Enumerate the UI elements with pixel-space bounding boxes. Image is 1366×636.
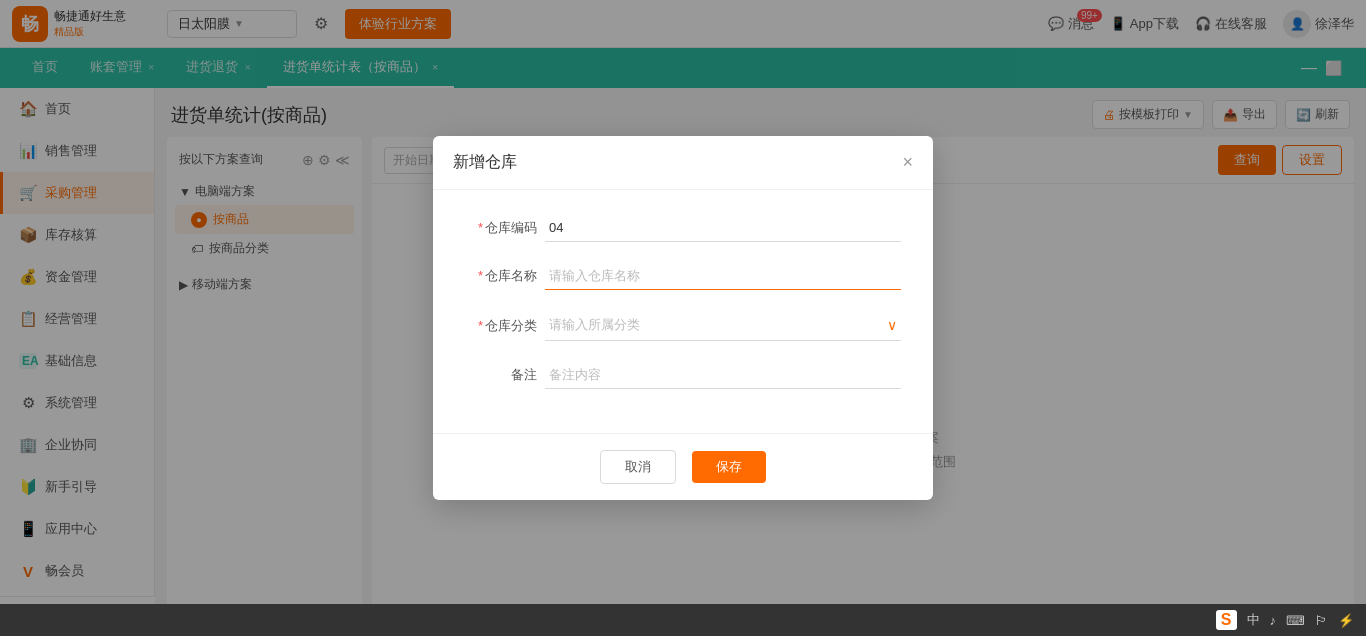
remark-input[interactable]: [545, 361, 901, 389]
modal-header: 新增仓库 ×: [433, 136, 933, 190]
bottom-keyboard-icon[interactable]: ⌨: [1286, 613, 1305, 628]
category-label: *仓库分类: [465, 317, 545, 335]
cancel-button[interactable]: 取消: [600, 450, 676, 484]
bottom-power-icon[interactable]: ⚡: [1338, 613, 1354, 628]
code-input[interactable]: [545, 214, 901, 242]
bottom-flag-icon[interactable]: 🏳: [1315, 613, 1328, 628]
category-label-text: 仓库分类: [485, 318, 537, 333]
form-row-code: *仓库编码: [465, 214, 901, 242]
remark-label-text: 备注: [511, 367, 537, 382]
form-row-remark: 备注: [465, 361, 901, 389]
name-required-star: *: [478, 268, 483, 283]
form-row-name: *仓库名称: [465, 262, 901, 290]
modal-footer: 取消 保存: [433, 433, 933, 500]
category-select[interactable]: 请输入所属分类 ∨: [545, 310, 901, 341]
name-label: *仓库名称: [465, 267, 545, 285]
bottom-brand-s: S: [1216, 610, 1237, 630]
remark-label: 备注: [465, 366, 545, 384]
bottom-bar: S 中 ♪ ⌨ 🏳 ⚡: [0, 604, 1366, 636]
name-label-text: 仓库名称: [485, 268, 537, 283]
category-placeholder: 请输入所属分类: [549, 316, 887, 334]
add-warehouse-modal: 新增仓库 × *仓库编码 *仓库名称 *仓库分类: [433, 136, 933, 500]
save-button[interactable]: 保存: [692, 451, 766, 483]
modal-overlay: 新增仓库 × *仓库编码 *仓库名称 *仓库分类: [0, 0, 1366, 636]
name-input[interactable]: [545, 262, 901, 290]
modal-body: *仓库编码 *仓库名称 *仓库分类 请输入所属分类 ∨: [433, 190, 933, 433]
form-row-category: *仓库分类 请输入所属分类 ∨: [465, 310, 901, 341]
category-required-star: *: [478, 318, 483, 333]
modal-close-btn[interactable]: ×: [902, 152, 913, 173]
bottom-zh-icon[interactable]: 中: [1247, 611, 1260, 629]
code-required-star: *: [478, 220, 483, 235]
modal-title: 新增仓库: [453, 152, 517, 173]
category-dropdown-arrow: ∨: [887, 317, 897, 333]
code-label: *仓库编码: [465, 219, 545, 237]
bottom-music-icon[interactable]: ♪: [1270, 613, 1277, 628]
code-label-text: 仓库编码: [485, 220, 537, 235]
